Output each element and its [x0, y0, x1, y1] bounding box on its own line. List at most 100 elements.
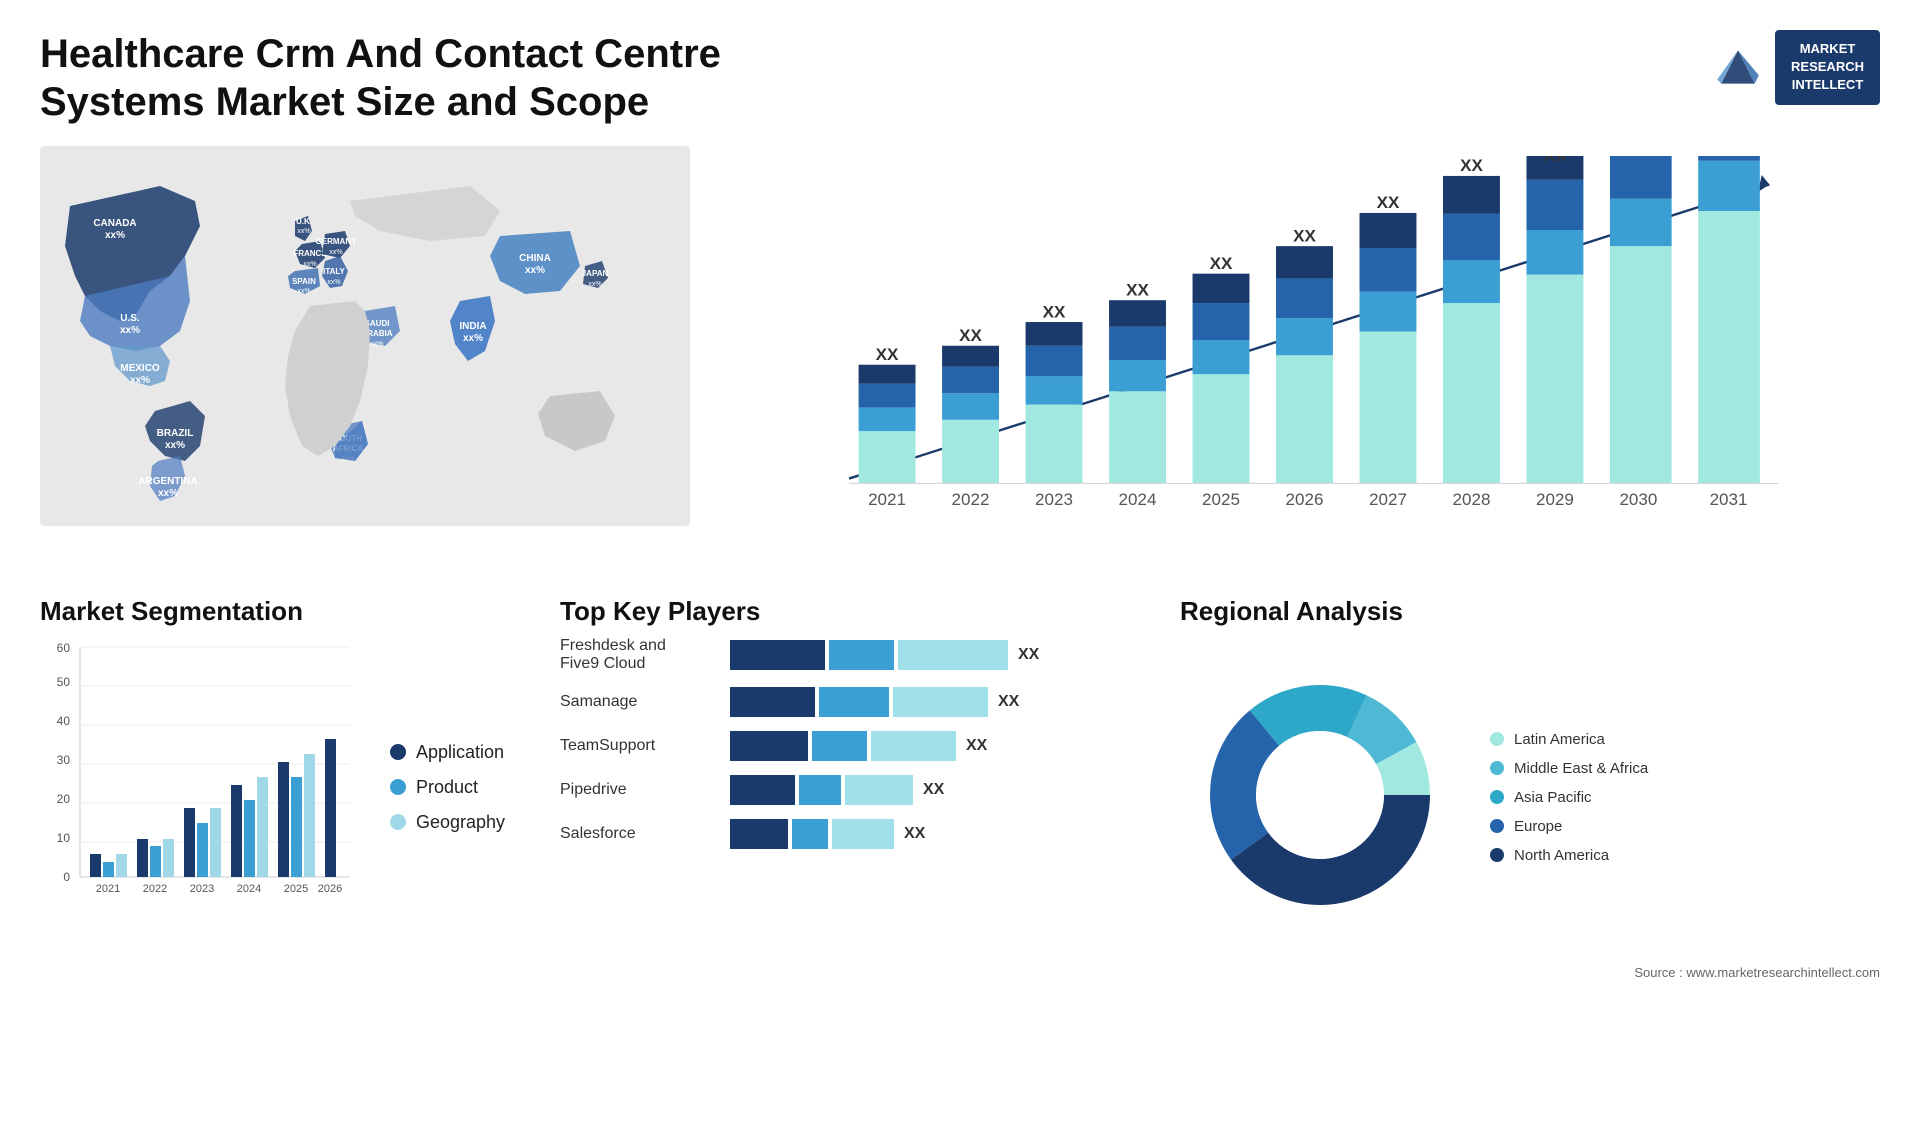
- japan-label: JAPAN: [582, 269, 609, 278]
- salesforce-bar-1: [730, 819, 788, 849]
- donut-chart-svg: [1180, 655, 1460, 935]
- teamsupport-bar-2: [812, 731, 867, 761]
- svg-text:2031: 2031: [1710, 490, 1748, 509]
- bar-value-2029: XX: [1544, 156, 1567, 165]
- bar-value-2021: XX: [876, 345, 899, 364]
- svg-text:xx%: xx%: [329, 249, 342, 256]
- spain-label: SPAIN: [292, 277, 316, 286]
- player-row-teamsupport: TeamSupport XX: [560, 731, 1160, 761]
- reg-legend-mea: Middle East & Africa: [1490, 760, 1648, 777]
- source-text: Source : www.marketresearchintellect.com: [1180, 965, 1880, 980]
- salesforce-bar-2: [792, 819, 828, 849]
- players-section: Top Key Players Freshdesk andFive9 Cloud…: [560, 596, 1160, 976]
- regional-title: Regional Analysis: [1180, 596, 1880, 627]
- players-list: Freshdesk andFive9 Cloud XX Samanage: [560, 637, 1160, 849]
- map-container: CANADA xx% U.S. xx% MEXICO xx% BRAZIL: [40, 146, 690, 526]
- reg-dot-latin: [1490, 732, 1504, 746]
- player-name-pipedrive: Pipedrive: [560, 781, 720, 799]
- reg-label-latin: Latin America: [1514, 731, 1605, 748]
- canada-label: CANADA: [93, 218, 136, 229]
- player-bars-freshdesk: XX: [730, 640, 1160, 670]
- legend-label-geography: Geography: [416, 812, 505, 833]
- samanage-bar-2: [819, 687, 889, 717]
- reg-legend-northam: North America: [1490, 847, 1648, 864]
- svg-text:xx%: xx%: [463, 333, 483, 344]
- donut-chart-container: [1180, 655, 1460, 940]
- svg-text:xx%: xx%: [165, 440, 185, 451]
- svg-text:2026: 2026: [1286, 490, 1324, 509]
- reg-dot-apac: [1490, 790, 1504, 804]
- reg-label-northam: North America: [1514, 847, 1609, 864]
- reg-label-mea: Middle East & Africa: [1514, 760, 1648, 777]
- mexico-label: MEXICO: [120, 363, 160, 374]
- pipedrive-value: XX: [923, 781, 944, 799]
- reg-dot-northam: [1490, 848, 1504, 862]
- svg-text:xx%: xx%: [120, 325, 140, 336]
- pipedrive-bar-3: [845, 775, 913, 805]
- freshdesk-bar-2: [829, 640, 894, 670]
- player-bars-pipedrive: XX: [730, 775, 1160, 805]
- svg-text:2022: 2022: [952, 490, 990, 509]
- segmentation-section: Market Segmentation 0 10 20 30 40 50 60: [40, 596, 540, 976]
- svg-text:10: 10: [57, 831, 71, 845]
- logo-text: MARKET RESEARCH INTELLECT: [1775, 30, 1880, 105]
- pipedrive-bar-1: [730, 775, 795, 805]
- segmentation-chart-container: 0 10 20 30 40 50 60: [40, 637, 540, 937]
- svg-text:60: 60: [57, 641, 71, 655]
- svg-text:xx%: xx%: [327, 279, 340, 286]
- legend-product: Product: [390, 777, 505, 798]
- teamsupport-bar-3: [871, 731, 956, 761]
- player-bars-salesforce: XX: [730, 819, 1160, 849]
- player-row-salesforce: Salesforce XX: [560, 819, 1160, 849]
- svg-text:2024: 2024: [237, 883, 261, 895]
- freshdesk-value: XX: [1018, 646, 1039, 664]
- reg-legend-europe: Europe: [1490, 818, 1648, 835]
- legend-dot-application: [390, 744, 406, 760]
- legend-dot-geography: [390, 814, 406, 830]
- segmentation-chart-svg: 0 10 20 30 40 50 60: [40, 637, 360, 917]
- legend-label-application: Application: [416, 742, 504, 763]
- salesforce-value: XX: [904, 825, 925, 843]
- svg-text:2027: 2027: [1369, 490, 1407, 509]
- svg-text:2023: 2023: [190, 883, 214, 895]
- svg-text:xx%: xx%: [303, 261, 316, 268]
- bar-value-2026: XX: [1293, 226, 1316, 245]
- donut-center: [1256, 731, 1384, 859]
- argentina-label: ARGENTINA: [138, 476, 197, 487]
- player-name-freshdesk: Freshdesk andFive9 Cloud: [560, 637, 720, 673]
- header: Healthcare Crm And Contact Centre System…: [40, 30, 1880, 126]
- brazil-label: BRAZIL: [157, 428, 194, 439]
- world-map-svg: CANADA xx% U.S. xx% MEXICO xx% BRAZIL: [40, 146, 690, 526]
- svg-text:xx%: xx%: [105, 230, 125, 241]
- svg-text:2026: 2026: [318, 883, 342, 895]
- player-bars-teamsupport: XX: [730, 731, 1160, 761]
- teamsupport-bar-1: [730, 731, 808, 761]
- page-title: Healthcare Crm And Contact Centre System…: [40, 30, 790, 126]
- svg-text:2025: 2025: [1202, 490, 1240, 509]
- players-title: Top Key Players: [560, 596, 1160, 627]
- legend-label-product: Product: [416, 777, 478, 798]
- svg-text:30: 30: [57, 753, 71, 767]
- bar-value-2028: XX: [1460, 156, 1483, 175]
- svg-text:2022: 2022: [143, 883, 167, 895]
- map-section: CANADA xx% U.S. xx% MEXICO xx% BRAZIL: [40, 146, 690, 566]
- reg-label-apac: Asia Pacific: [1514, 789, 1592, 806]
- legend-application: Application: [390, 742, 505, 763]
- reg-legend-latin: Latin America: [1490, 731, 1648, 748]
- reg-legend-apac: Asia Pacific: [1490, 789, 1648, 806]
- uk-label: U.K.: [296, 217, 312, 226]
- player-row-samanage: Samanage XX: [560, 687, 1160, 717]
- svg-text:2028: 2028: [1452, 490, 1490, 509]
- bottom-section: Market Segmentation 0 10 20 30 40 50 60: [40, 596, 1880, 976]
- germany-label: GERMANY: [316, 237, 358, 246]
- china-label: CHINA: [519, 253, 551, 264]
- svg-text:2030: 2030: [1619, 490, 1657, 509]
- teamsupport-value: XX: [966, 737, 987, 755]
- svg-text:xx%: xx%: [297, 288, 310, 295]
- bar-value-2024: XX: [1126, 280, 1149, 299]
- svg-text:40: 40: [57, 714, 71, 728]
- india-label: INDIA: [459, 321, 486, 332]
- svg-text:20: 20: [57, 792, 71, 806]
- player-name-teamsupport: TeamSupport: [560, 737, 720, 755]
- svg-text:xx%: xx%: [297, 228, 310, 235]
